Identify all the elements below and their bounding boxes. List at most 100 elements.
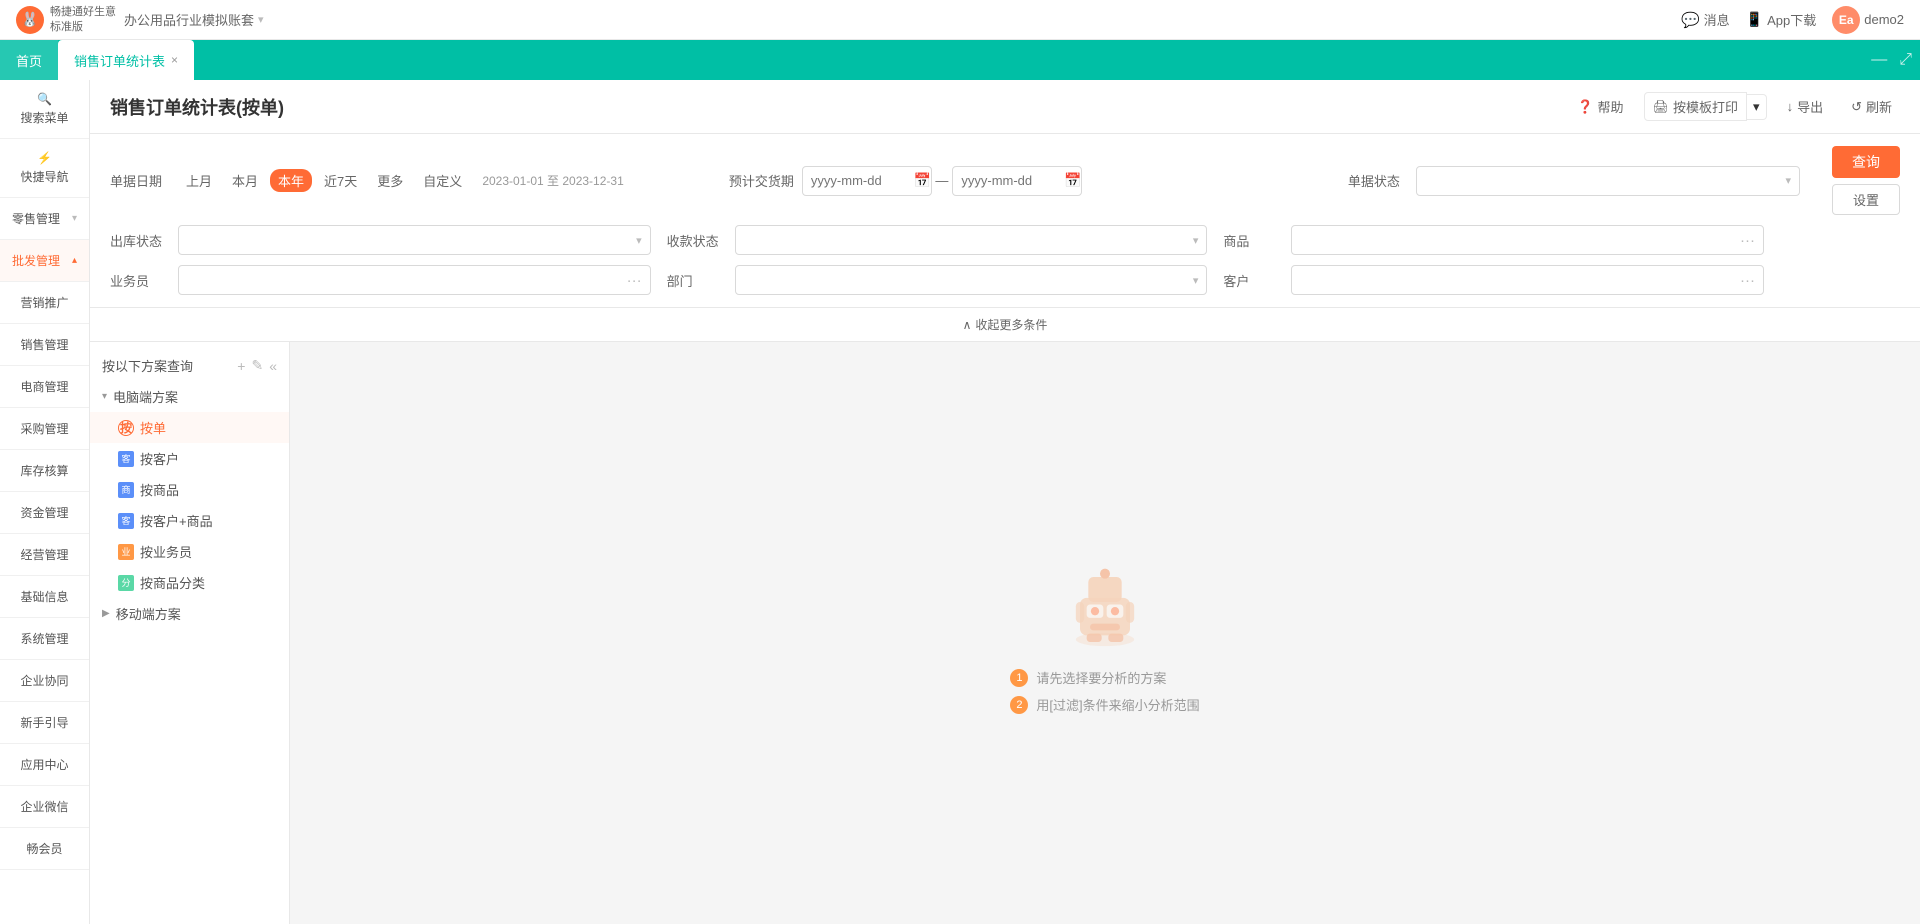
- sidebar-item-wholesale[interactable]: 批发管理 ▴: [0, 240, 89, 282]
- payment-status-select[interactable]: ▾: [735, 225, 1208, 255]
- page-title: 销售订单统计表(按单): [110, 94, 284, 120]
- status-select-arrow: ▾: [1785, 174, 1791, 187]
- nav-tabs: 首页 销售订单统计表 × — ⤢: [0, 40, 1920, 80]
- date-shortcut-last-month[interactable]: 上月: [178, 169, 220, 192]
- empty-hint-1: 1 请先选择要分析的方案: [1010, 668, 1199, 687]
- empty-illustration: [1055, 552, 1155, 652]
- quick-nav-icon: ⚡: [37, 151, 52, 165]
- query-button[interactable]: 查询: [1832, 146, 1900, 178]
- help-button[interactable]: ❓ 帮助: [1569, 93, 1631, 120]
- date-shortcut-more[interactable]: 更多: [369, 169, 411, 192]
- mobile-category-arrow: ▶: [102, 608, 110, 619]
- app-download-action[interactable]: 📱 App下载: [1746, 10, 1817, 29]
- date-shortcut-this-month[interactable]: 本月: [224, 169, 266, 192]
- scheme-item-by-salesperson[interactable]: 业 按业务员: [90, 536, 289, 567]
- goods-select[interactable]: ···: [1291, 225, 1764, 255]
- scheme-item-by-cust-goods[interactable]: 客 按客户+商品: [90, 505, 289, 536]
- print-button[interactable]: 🖨 按模板打印: [1644, 92, 1748, 121]
- date-shortcut-custom[interactable]: 自定义: [415, 169, 470, 192]
- shipping-status-label: 出库状态: [110, 231, 170, 250]
- date-end-icon[interactable]: 📅: [1064, 172, 1081, 189]
- status-filter-label: 单据状态: [1348, 171, 1408, 190]
- settings-button[interactable]: 设置: [1832, 184, 1900, 215]
- shipping-select-arrow: ▾: [636, 234, 642, 247]
- shipping-status-select[interactable]: ▾: [178, 225, 651, 255]
- sidebar-item-enterprise[interactable]: 企业协同: [0, 660, 89, 702]
- scheme-collapse-icon[interactable]: «: [269, 358, 277, 374]
- expected-date-inputs: 📅 — 📅: [802, 166, 1332, 196]
- print-btn-group: 🖨 按模板打印 ▾: [1644, 92, 1767, 121]
- main-sidebar: 🔍 搜索菜单 ⚡ 快捷导航 零售管理 ▾ 批发管理 ▴ 营销推广 销售管理 电商…: [0, 80, 90, 924]
- maximize-icon[interactable]: ⤢: [1899, 51, 1912, 69]
- tab-close-icon[interactable]: ×: [171, 53, 178, 67]
- tab-sales-stats[interactable]: 销售订单统计表 ×: [58, 40, 194, 80]
- payment-select-arrow: ▾: [1193, 234, 1199, 247]
- status-select[interactable]: ▾: [1416, 166, 1800, 196]
- salesperson-select-dots: ···: [627, 272, 642, 289]
- hint-num-1: 1: [1010, 669, 1028, 687]
- pc-category-arrow: ▾: [102, 391, 107, 402]
- sidebar-item-purchase[interactable]: 采购管理: [0, 408, 89, 450]
- content-area: 销售订单统计表(按单) ❓ 帮助 🖨 按模板打印 ▾ ↓ 导出: [90, 80, 1920, 924]
- logo-icon: 🐰: [16, 6, 44, 34]
- export-button[interactable]: ↓ 导出: [1779, 93, 1832, 120]
- body-area: 按以下方案查询 + ✎ « ▾ 电脑端方案 按 按单: [90, 342, 1920, 924]
- goods-select-dots: ···: [1740, 232, 1755, 249]
- print-dropdown-arrow[interactable]: ▾: [1747, 94, 1767, 120]
- scheme-item-by-cust-goods-icon: 客: [118, 513, 134, 529]
- sidebar-item-member[interactable]: 畅会员: [0, 828, 89, 870]
- date-start-icon[interactable]: 📅: [914, 172, 931, 189]
- refresh-icon: ↺: [1851, 99, 1862, 115]
- scheme-item-by-goods[interactable]: 商 按商品: [90, 474, 289, 505]
- minimize-icon[interactable]: —: [1871, 51, 1887, 69]
- sidebar-item-retail[interactable]: 零售管理 ▾: [0, 198, 89, 240]
- scheme-category-pc-header[interactable]: ▾ 电脑端方案: [90, 381, 289, 412]
- date-shortcut-last7[interactable]: 近7天: [316, 169, 365, 192]
- scheme-item-by-salesperson-icon: 业: [118, 544, 134, 560]
- date-shortcuts: 上月 本月 本年 近7天 更多 自定义: [178, 169, 470, 192]
- scheme-item-by-order[interactable]: 按 按单: [90, 412, 289, 443]
- sidebar-item-guide[interactable]: 新手引导: [0, 702, 89, 744]
- scheme-category-pc: ▾ 电脑端方案 按 按单 客 按客户 商 按商品: [90, 381, 289, 598]
- user-area[interactable]: Ea demo2: [1832, 6, 1904, 34]
- scheme-edit-icon[interactable]: ✎: [251, 357, 263, 374]
- collapse-bar[interactable]: ∧ 收起更多条件: [90, 308, 1920, 342]
- expected-date-label: 预计交货期: [729, 171, 794, 190]
- tab-home[interactable]: 首页: [0, 40, 58, 80]
- customer-select[interactable]: ···: [1291, 265, 1764, 295]
- logo-area: 🐰 畅捷通好生意 标准版: [16, 5, 116, 34]
- status-filter-group: 单据状态 ▾: [1348, 166, 1800, 196]
- sidebar-item-operation[interactable]: 经营管理: [0, 534, 89, 576]
- sidebar-item-finance[interactable]: 资金管理: [0, 492, 89, 534]
- message-icon: 💬: [1681, 11, 1700, 29]
- sidebar-item-marketing[interactable]: 营销推广: [0, 282, 89, 324]
- expected-date-start[interactable]: [802, 166, 932, 196]
- sidebar-item-basic[interactable]: 基础信息: [0, 576, 89, 618]
- date-filter-label: 单据日期: [110, 171, 170, 190]
- sidebar-item-system[interactable]: 系统管理: [0, 618, 89, 660]
- refresh-button[interactable]: ↺ 刷新: [1843, 93, 1900, 120]
- department-select[interactable]: ▾: [735, 265, 1208, 295]
- scheme-add-icon[interactable]: +: [237, 358, 245, 374]
- page-header-actions: ❓ 帮助 🖨 按模板打印 ▾ ↓ 导出 ↺ 刷新: [1569, 92, 1900, 121]
- workspace-selector[interactable]: 办公用品行业模拟账套 ▾: [124, 10, 264, 29]
- scheme-category-mobile-header[interactable]: ▶ 移动端方案: [90, 598, 289, 629]
- sidebar-item-wechat[interactable]: 企业微信: [0, 786, 89, 828]
- scheme-item-by-customer[interactable]: 客 按客户: [90, 443, 289, 474]
- scheme-item-by-category[interactable]: 分 按商品分类: [90, 567, 289, 598]
- sidebar-item-search[interactable]: 🔍 搜索菜单: [0, 80, 89, 139]
- sidebar-item-sales[interactable]: 销售管理: [0, 324, 89, 366]
- page-header: 销售订单统计表(按单) ❓ 帮助 🖨 按模板打印 ▾ ↓ 导出: [90, 80, 1920, 134]
- expected-date-end[interactable]: [952, 166, 1082, 196]
- sidebar-item-quick-nav[interactable]: ⚡ 快捷导航: [0, 139, 89, 198]
- message-action[interactable]: 💬 消息: [1681, 10, 1730, 29]
- salesperson-select[interactable]: ···: [178, 265, 651, 295]
- top-bar-left: 🐰 畅捷通好生意 标准版 办公用品行业模拟账套 ▾: [16, 5, 264, 34]
- top-bar: 🐰 畅捷通好生意 标准版 办公用品行业模拟账套 ▾ 💬 消息 📱 App下载 E…: [0, 0, 1920, 40]
- sidebar-item-apps[interactable]: 应用中心: [0, 744, 89, 786]
- sidebar-item-inventory[interactable]: 库存核算: [0, 450, 89, 492]
- scheme-category-mobile: ▶ 移动端方案: [90, 598, 289, 629]
- action-buttons: 查询 设置: [1832, 146, 1900, 215]
- date-shortcut-this-year[interactable]: 本年: [270, 169, 312, 192]
- sidebar-item-ecommerce[interactable]: 电商管理: [0, 366, 89, 408]
